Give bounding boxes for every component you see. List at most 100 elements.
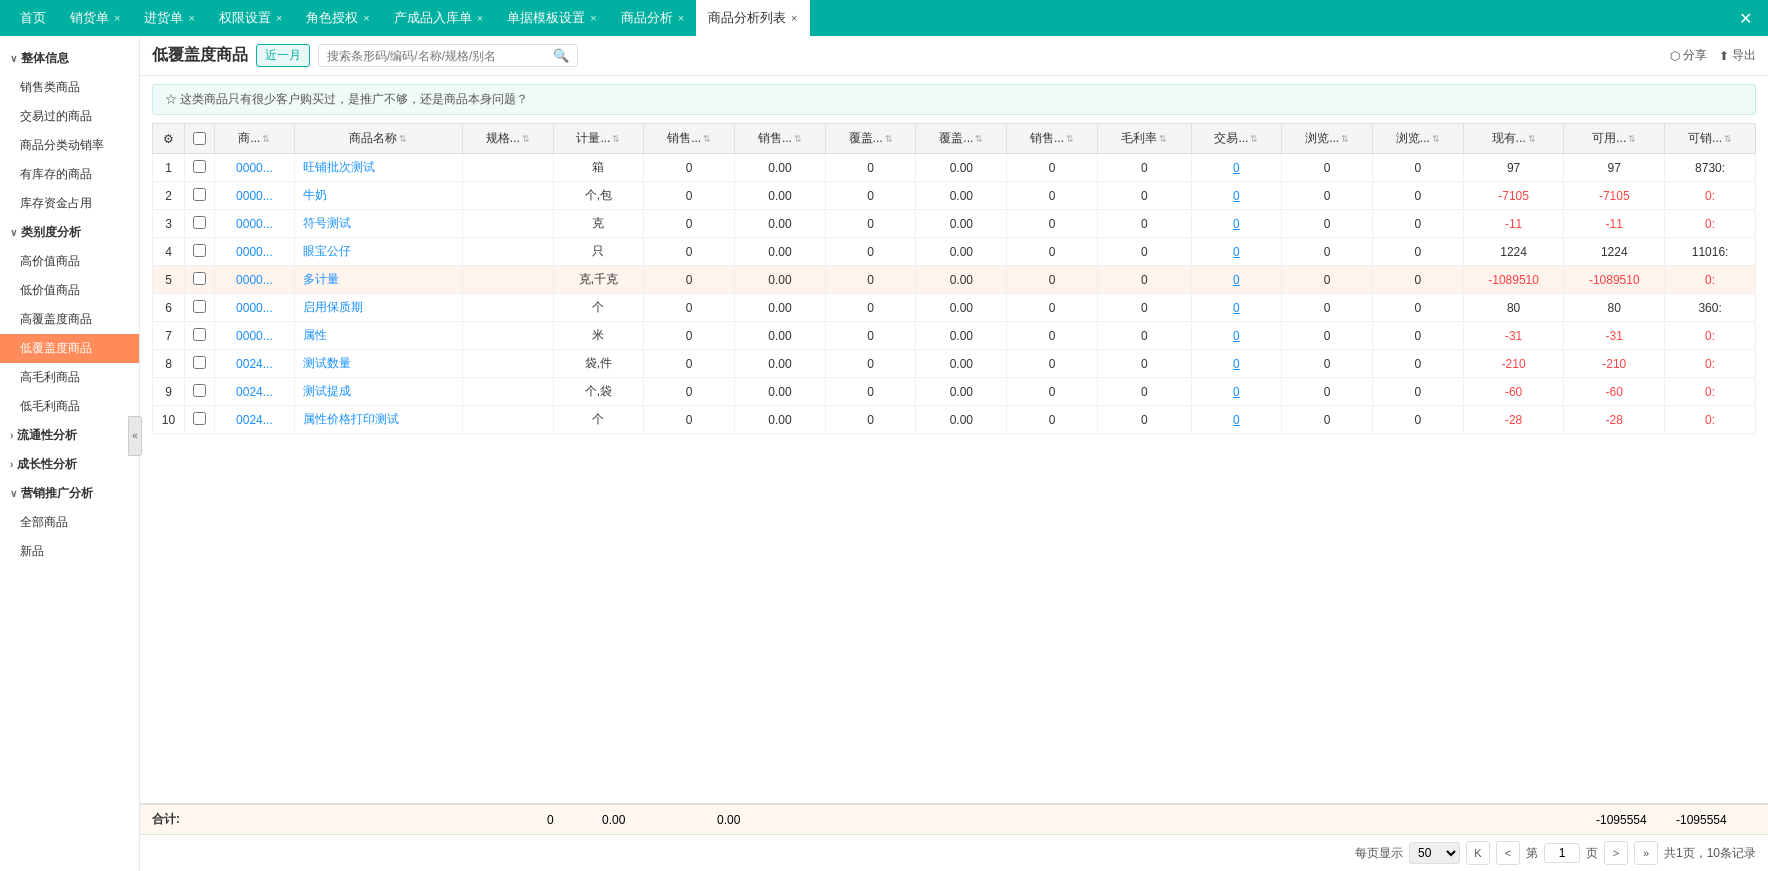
row-trade[interactable]: 0 bbox=[1191, 322, 1282, 350]
row-checkbox-cell[interactable] bbox=[185, 210, 215, 238]
nav-item-sales[interactable]: 销货单 × bbox=[58, 0, 132, 36]
close-product-in-icon[interactable]: × bbox=[477, 0, 483, 36]
row-code[interactable]: 0024... bbox=[215, 378, 295, 406]
row-code[interactable]: 0024... bbox=[215, 406, 295, 434]
row-code[interactable]: 0000... bbox=[215, 322, 295, 350]
th-trade[interactable]: 交易...⇅ bbox=[1191, 124, 1282, 154]
th-sales-price[interactable]: 销售...⇅ bbox=[1007, 124, 1098, 154]
select-all-checkbox[interactable] bbox=[193, 132, 206, 145]
sidebar-section-overall[interactable]: ∨ 整体信息 bbox=[0, 44, 139, 73]
sidebar-item-traded-goods[interactable]: 交易过的商品 bbox=[0, 102, 139, 131]
row-trade[interactable]: 0 bbox=[1191, 182, 1282, 210]
row-checkbox[interactable] bbox=[193, 244, 206, 257]
close-permissions-icon[interactable]: × bbox=[276, 0, 282, 36]
sidebar-item-new-goods[interactable]: 新品 bbox=[0, 537, 139, 566]
close-roles-icon[interactable]: × bbox=[363, 0, 369, 36]
sidebar-item-stock-capital[interactable]: 库存资金占用 bbox=[0, 189, 139, 218]
row-name[interactable]: 属性价格打印测试 bbox=[294, 406, 462, 434]
row-checkbox[interactable] bbox=[193, 412, 206, 425]
row-name[interactable]: 眼宝公仔 bbox=[294, 238, 462, 266]
next-page-button[interactable]: > bbox=[1604, 841, 1628, 865]
close-template-icon[interactable]: × bbox=[590, 0, 596, 36]
th-code[interactable]: 商...⇅ bbox=[215, 124, 295, 154]
th-sales-amount[interactable]: 销售...⇅ bbox=[735, 124, 826, 154]
row-checkbox-cell[interactable] bbox=[185, 378, 215, 406]
th-settings[interactable]: ⚙ bbox=[153, 124, 185, 154]
th-spec[interactable]: 规格...⇅ bbox=[462, 124, 553, 154]
row-name[interactable]: 属性 bbox=[294, 322, 462, 350]
sidebar-item-in-stock-goods[interactable]: 有库存的商品 bbox=[0, 160, 139, 189]
row-checkbox-cell[interactable] bbox=[185, 350, 215, 378]
row-checkbox-cell[interactable] bbox=[185, 266, 215, 294]
row-checkbox[interactable] bbox=[193, 328, 206, 341]
close-sales-icon[interactable]: × bbox=[114, 0, 120, 36]
row-checkbox-cell[interactable] bbox=[185, 154, 215, 182]
th-sellable[interactable]: 可销...⇅ bbox=[1665, 124, 1756, 154]
row-name[interactable]: 启用保质期 bbox=[294, 294, 462, 322]
row-trade[interactable]: 0 bbox=[1191, 350, 1282, 378]
row-checkbox-cell[interactable] bbox=[185, 182, 215, 210]
per-page-select[interactable]: 50 100 200 bbox=[1409, 842, 1460, 864]
period-button[interactable]: 近一月 bbox=[256, 44, 310, 67]
row-code[interactable]: 0000... bbox=[215, 154, 295, 182]
th-unit[interactable]: 计量...⇅ bbox=[553, 124, 644, 154]
sidebar-collapse-button[interactable]: « bbox=[128, 416, 142, 456]
row-trade[interactable]: 0 bbox=[1191, 266, 1282, 294]
sidebar-item-category-rate[interactable]: 商品分类动销率 bbox=[0, 131, 139, 160]
sidebar-item-all-goods[interactable]: 全部商品 bbox=[0, 508, 139, 537]
row-code[interactable]: 0000... bbox=[215, 294, 295, 322]
row-trade[interactable]: 0 bbox=[1191, 238, 1282, 266]
sidebar-item-low-margin[interactable]: 低毛利商品 bbox=[0, 392, 139, 421]
row-checkbox[interactable] bbox=[193, 300, 206, 313]
row-code[interactable]: 0000... bbox=[215, 210, 295, 238]
search-input[interactable] bbox=[327, 49, 549, 63]
row-checkbox[interactable] bbox=[193, 188, 206, 201]
sidebar-item-sales-goods[interactable]: 销售类商品 bbox=[0, 73, 139, 102]
row-checkbox-cell[interactable] bbox=[185, 322, 215, 350]
sidebar-section-growth[interactable]: › 成长性分析 bbox=[0, 450, 139, 479]
sidebar-section-liquidity[interactable]: › 流通性分析 bbox=[0, 421, 139, 450]
first-page-button[interactable]: K bbox=[1466, 841, 1490, 865]
sidebar-section-marketing[interactable]: ∨ 营销推广分析 bbox=[0, 479, 139, 508]
row-trade[interactable]: 0 bbox=[1191, 294, 1282, 322]
th-available-stock[interactable]: 可用...⇅ bbox=[1564, 124, 1665, 154]
th-coverage1[interactable]: 覆盖...⇅ bbox=[825, 124, 916, 154]
row-checkbox-cell[interactable] bbox=[185, 294, 215, 322]
export-button[interactable]: ⬆ 导出 bbox=[1719, 47, 1756, 64]
row-checkbox[interactable] bbox=[193, 356, 206, 369]
row-code[interactable]: 0000... bbox=[215, 182, 295, 210]
row-name[interactable]: 测试提成 bbox=[294, 378, 462, 406]
row-checkbox-cell[interactable] bbox=[185, 238, 215, 266]
th-browse2[interactable]: 浏览...⇅ bbox=[1373, 124, 1464, 154]
th-name[interactable]: 商品名称⇅ bbox=[294, 124, 462, 154]
row-trade[interactable]: 0 bbox=[1191, 210, 1282, 238]
th-browse1[interactable]: 浏览...⇅ bbox=[1282, 124, 1373, 154]
share-button[interactable]: ⬡ 分享 bbox=[1670, 47, 1707, 64]
th-coverage2[interactable]: 覆盖...⇅ bbox=[916, 124, 1007, 154]
sidebar-item-high-margin[interactable]: 高毛利商品 bbox=[0, 363, 139, 392]
row-checkbox[interactable] bbox=[193, 272, 206, 285]
row-name[interactable]: 符号测试 bbox=[294, 210, 462, 238]
th-sales-qty[interactable]: 销售...⇅ bbox=[644, 124, 735, 154]
sidebar-section-category[interactable]: ∨ 类别度分析 bbox=[0, 218, 139, 247]
nav-item-product-in[interactable]: 产成品入库单 × bbox=[382, 0, 495, 36]
last-page-button[interactable]: » bbox=[1634, 841, 1658, 865]
row-trade[interactable]: 0 bbox=[1191, 154, 1282, 182]
nav-item-template[interactable]: 单据模板设置 × bbox=[495, 0, 608, 36]
close-purchase-icon[interactable]: × bbox=[188, 0, 194, 36]
row-trade[interactable]: 0 bbox=[1191, 406, 1282, 434]
row-name[interactable]: 多计量 bbox=[294, 266, 462, 294]
prev-page-button[interactable]: < bbox=[1496, 841, 1520, 865]
row-checkbox-cell[interactable] bbox=[185, 406, 215, 434]
sidebar-item-low-coverage[interactable]: 低覆盖度商品 bbox=[0, 334, 139, 363]
page-input[interactable] bbox=[1544, 843, 1580, 863]
nav-item-roles[interactable]: 角色授权 × bbox=[294, 0, 381, 36]
row-name[interactable]: 牛奶 bbox=[294, 182, 462, 210]
close-analysis-icon[interactable]: × bbox=[678, 0, 684, 36]
top-close-button[interactable]: ✕ bbox=[1731, 9, 1760, 28]
row-checkbox[interactable] bbox=[193, 384, 206, 397]
close-analysis-list-icon[interactable]: × bbox=[791, 0, 797, 36]
sidebar-item-high-value[interactable]: 高价值商品 bbox=[0, 247, 139, 276]
row-code[interactable]: 0024... bbox=[215, 350, 295, 378]
nav-item-permissions[interactable]: 权限设置 × bbox=[207, 0, 294, 36]
